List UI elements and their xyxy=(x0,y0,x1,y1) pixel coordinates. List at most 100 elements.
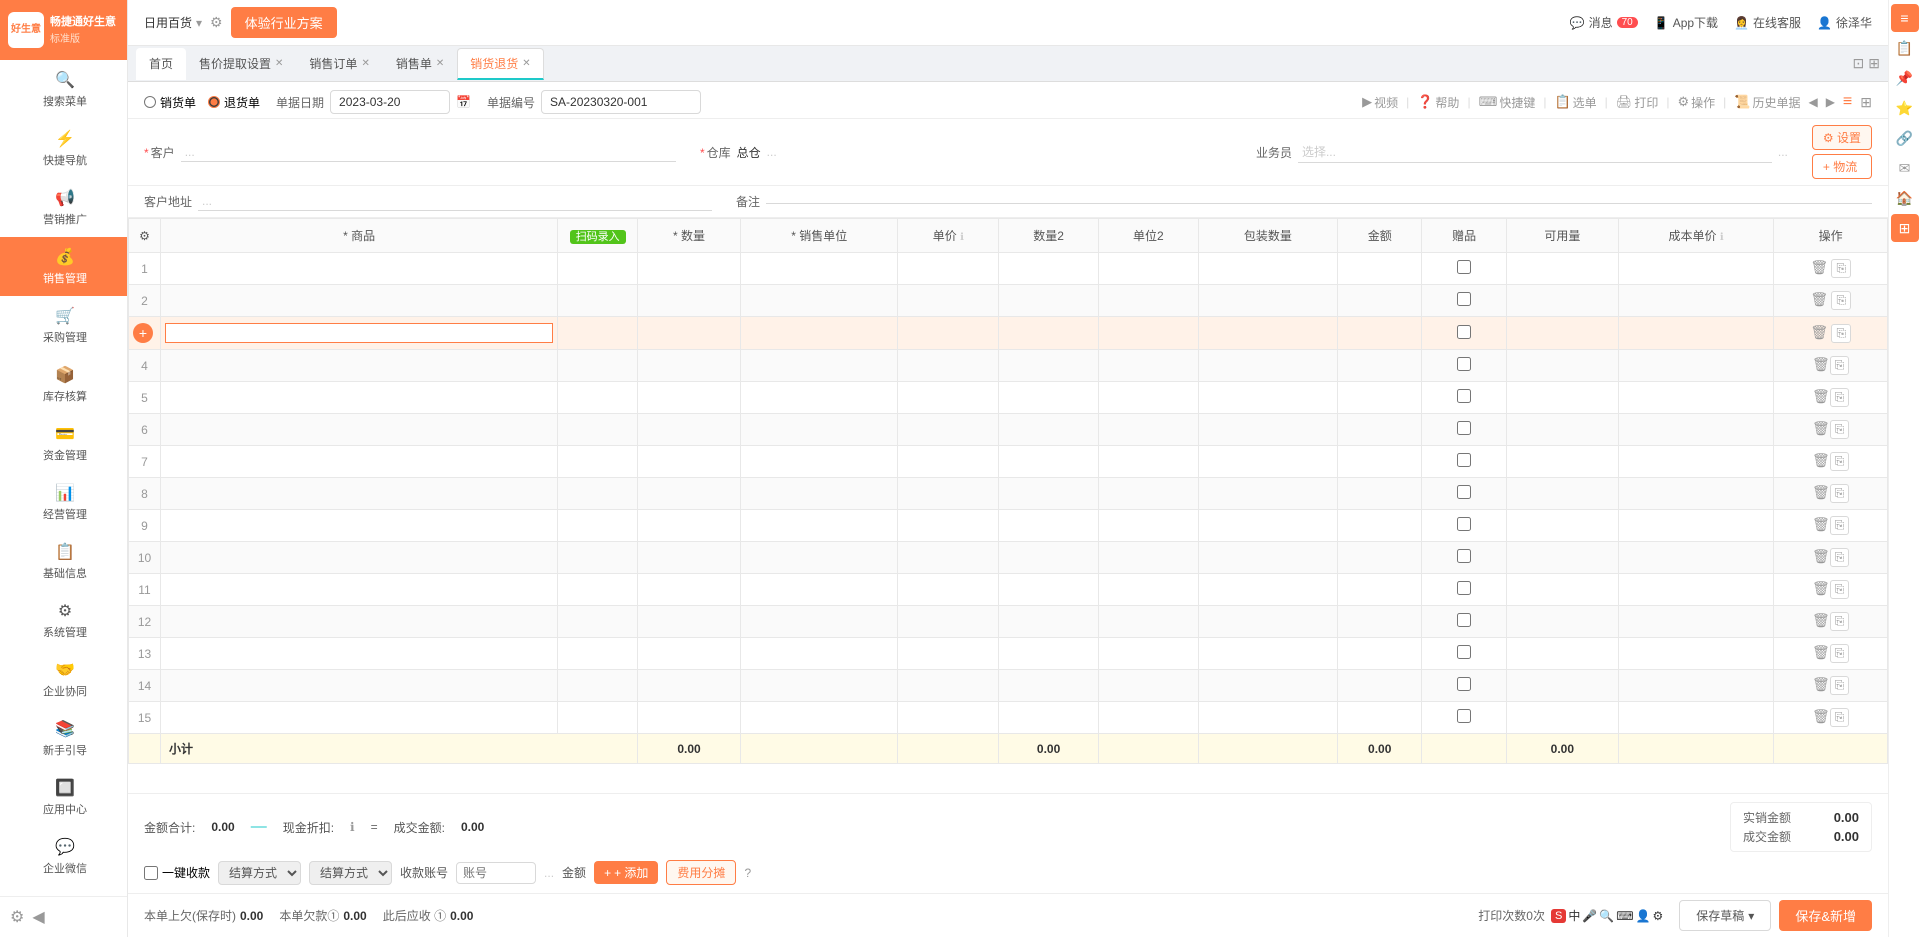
delete-btn[interactable]: 🗑 xyxy=(1810,291,1828,308)
user-avatar[interactable]: 👤 徐泽华 xyxy=(1817,14,1872,31)
delete-btn[interactable]: 🗑 xyxy=(1812,420,1830,437)
sidebar-item-inventory[interactable]: 📦 库存核算 xyxy=(0,355,127,414)
copy-btn[interactable]: ⎘ xyxy=(1830,644,1850,663)
prev-icon[interactable]: ◀ xyxy=(1808,95,1817,109)
gift-checkbox[interactable] xyxy=(1457,549,1471,563)
right-panel-btn-2[interactable]: 📌 xyxy=(1891,64,1919,92)
sidebar-item-wechat[interactable]: 💬 企业微信 xyxy=(0,827,127,886)
customer-input[interactable]: ... xyxy=(181,143,676,162)
help-btn[interactable]: ? xyxy=(744,866,751,880)
delete-btn[interactable]: 🗑 xyxy=(1812,708,1830,725)
delete-btn[interactable]: 🗑 xyxy=(1812,548,1830,565)
copy-btn[interactable]: ⎘ xyxy=(1830,452,1850,471)
gift-cell[interactable] xyxy=(1422,317,1506,350)
gift-checkbox[interactable] xyxy=(1457,709,1471,723)
settings-gear-icon[interactable]: ⚙ xyxy=(10,907,24,927)
sidebar-item-search[interactable]: 🔍 搜索菜单 xyxy=(0,60,127,119)
gift-checkbox[interactable] xyxy=(1457,292,1471,306)
history-btn[interactable]: 📜 历史单据 xyxy=(1734,94,1800,111)
gift-checkbox[interactable] xyxy=(1457,453,1471,467)
product-cell-active[interactable] xyxy=(161,317,558,350)
tab-sales-delivery[interactable]: 销售单 ✕ xyxy=(383,48,457,80)
delete-btn[interactable]: 🗑 xyxy=(1812,676,1830,693)
right-panel-btn-1[interactable]: 📋 xyxy=(1891,34,1919,62)
gift-checkbox[interactable] xyxy=(1457,677,1471,691)
copy-btn[interactable]: ⎘ xyxy=(1831,324,1851,343)
product-cell[interactable] xyxy=(161,253,558,285)
tab-close-icon[interactable]: ✕ xyxy=(436,58,444,69)
remark-input[interactable] xyxy=(766,199,1872,204)
tab-close-icon[interactable]: ✕ xyxy=(522,58,530,69)
tab-sales-return[interactable]: 销货退货 ✕ xyxy=(457,48,543,80)
sidebar-item-sales[interactable]: 💰 销售管理 xyxy=(0,237,127,296)
unit-price-cell[interactable] xyxy=(898,253,999,285)
sidebar-item-finance[interactable]: 💳 资金管理 xyxy=(0,414,127,473)
sidebar-item-member[interactable]: 👑 畅会员 xyxy=(0,886,127,896)
copy-btn[interactable]: ⎘ xyxy=(1830,420,1850,439)
trial-btn[interactable]: 体验行业方案 xyxy=(231,7,337,38)
sales-radio[interactable]: 销货单 xyxy=(144,94,196,111)
print-btn[interactable]: 🖨 打印 xyxy=(1616,94,1659,111)
gift-checkbox[interactable] xyxy=(1457,389,1471,403)
gift-checkbox[interactable] xyxy=(1457,613,1471,627)
qty-cell[interactable] xyxy=(638,317,741,350)
account-input[interactable] xyxy=(456,862,536,884)
delete-btn[interactable]: 🗑 xyxy=(1810,259,1828,276)
online-service-btn[interactable]: 👩‍💼 在线客服 xyxy=(1734,14,1801,31)
copy-btn[interactable]: ⎘ xyxy=(1830,484,1850,503)
gift-checkbox[interactable] xyxy=(1457,581,1471,595)
qty-cell[interactable] xyxy=(638,253,741,285)
next-icon[interactable]: ▶ xyxy=(1826,95,1835,109)
address-input[interactable]: ... xyxy=(198,192,712,211)
gift-checkbox[interactable] xyxy=(1457,325,1471,339)
delete-btn[interactable]: 🗑 xyxy=(1812,388,1830,405)
pack-qty-cell[interactable] xyxy=(1198,285,1337,317)
delete-btn[interactable]: 🗑 xyxy=(1812,484,1830,501)
minimize-icon[interactable]: ⊡ xyxy=(1853,55,1865,72)
help-btn[interactable]: ❓ 帮助 xyxy=(1417,94,1459,111)
copy-btn[interactable]: ⎘ xyxy=(1830,388,1850,407)
unit2-cell[interactable] xyxy=(1098,285,1198,317)
gift-checkbox[interactable] xyxy=(1457,260,1471,274)
copy-btn[interactable]: ⎘ xyxy=(1830,676,1850,695)
date-input[interactable] xyxy=(330,90,450,114)
copy-btn[interactable]: ⎘ xyxy=(1830,548,1850,567)
save-new-btn[interactable]: 保存&新增 xyxy=(1779,900,1872,931)
maximize-icon[interactable]: ⊞ xyxy=(1868,55,1880,72)
calc-select[interactable]: 结算方式 xyxy=(309,861,392,885)
settings-btn[interactable]: ⚙ 设置 xyxy=(1812,125,1872,150)
one-click-pay-input[interactable] xyxy=(144,866,158,880)
add-row-btn[interactable]: + xyxy=(133,323,153,343)
qty2-cell[interactable] xyxy=(999,253,1099,285)
settlement-select[interactable]: 结算方式 xyxy=(218,861,301,885)
save-draft-btn[interactable]: 保存草稿 ▾ xyxy=(1679,900,1771,931)
product-cell[interactable] xyxy=(161,350,558,382)
return-radio[interactable]: 退货单 xyxy=(208,94,260,111)
app-download-btn[interactable]: 📱 App下载 xyxy=(1654,14,1718,31)
calendar-icon[interactable]: 📅 xyxy=(456,95,471,109)
product-cell[interactable] xyxy=(161,285,558,317)
delete-btn[interactable]: 🗑 xyxy=(1812,612,1830,629)
tab-home[interactable]: 首页 xyxy=(136,48,186,80)
daily-goods-selector[interactable]: 日用百货 ▾ xyxy=(144,14,202,31)
right-panel-btn-4[interactable]: 🔗 xyxy=(1891,124,1919,152)
sales-rep-input[interactable]: 选择... xyxy=(1298,141,1772,163)
delete-btn[interactable]: 🗑 xyxy=(1812,516,1830,533)
copy-btn[interactable]: ⎘ xyxy=(1830,356,1850,375)
sidebar-item-enterprise[interactable]: 🤝 企业协同 xyxy=(0,650,127,709)
delete-btn[interactable]: 🗑 xyxy=(1812,356,1830,373)
sidebar-item-basic[interactable]: 📋 基础信息 xyxy=(0,532,127,591)
tab-close-icon[interactable]: ✕ xyxy=(361,58,369,69)
unit-price-cell[interactable] xyxy=(898,317,999,350)
qty2-cell[interactable] xyxy=(999,317,1099,350)
add-logistics-btn[interactable]: + 物流 xyxy=(1812,154,1872,179)
copy-btn[interactable]: ⎘ xyxy=(1830,516,1850,535)
message-btn[interactable]: 💬 消息 70 xyxy=(1570,14,1638,31)
sidebar-item-shortcut[interactable]: ⚡ 快捷导航 xyxy=(0,119,127,178)
delete-btn[interactable]: 🗑 xyxy=(1812,580,1830,597)
unit2-cell[interactable] xyxy=(1098,317,1198,350)
sidebar-item-system[interactable]: ⚙ 系统管理 xyxy=(0,591,127,650)
sales-unit-cell[interactable] xyxy=(740,285,898,317)
operate-btn[interactable]: ⚙ 操作 xyxy=(1677,94,1715,111)
right-panel-btn-5[interactable]: ✉ xyxy=(1891,154,1919,182)
